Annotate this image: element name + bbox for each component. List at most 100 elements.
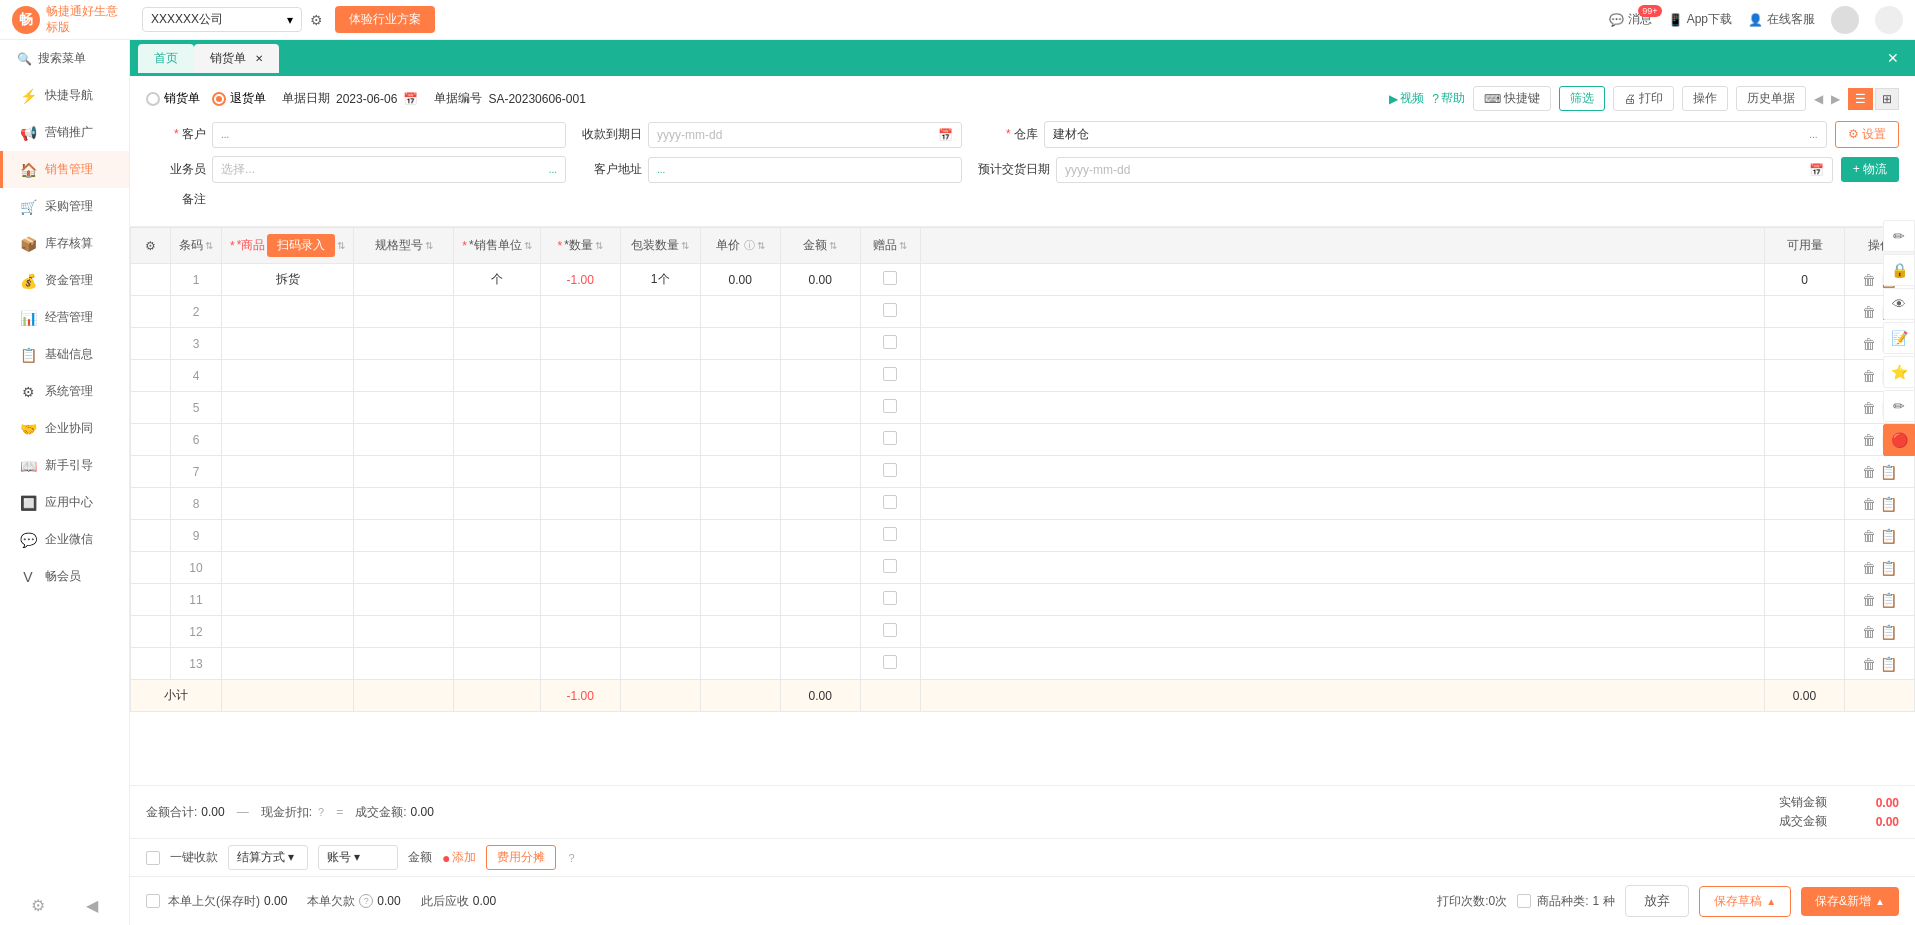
float-btn-5[interactable]: ⭐: [1883, 356, 1915, 388]
row-gift-cell[interactable]: [860, 552, 920, 584]
row-amount-cell[interactable]: [780, 552, 860, 584]
delete-icon[interactable]: 🗑: [1862, 496, 1876, 512]
row-qty-cell[interactable]: -1.00: [540, 264, 620, 296]
row-spec-cell[interactable]: [354, 360, 454, 392]
row-qty-cell[interactable]: [540, 456, 620, 488]
row-spec-cell[interactable]: [354, 616, 454, 648]
video-link[interactable]: ▶ 视频: [1389, 90, 1424, 107]
row-unit-cell[interactable]: [454, 360, 540, 392]
sidebar-search[interactable]: 🔍 搜索菜单: [0, 40, 129, 77]
row-amount-cell[interactable]: [780, 328, 860, 360]
sort-product-icon[interactable]: ⇅: [337, 240, 345, 251]
row-spec-cell[interactable]: [354, 392, 454, 424]
delete-icon[interactable]: 🗑: [1862, 656, 1876, 672]
company-selector[interactable]: XXXXXX公司 ▾: [142, 7, 302, 32]
row-unit-cell[interactable]: [454, 552, 540, 584]
row-unit-cell[interactable]: [454, 648, 540, 680]
copy-icon[interactable]: 📋: [1880, 464, 1897, 480]
history-button[interactable]: 历史单据: [1736, 86, 1806, 111]
salesperson-input[interactable]: 选择... ...: [212, 156, 566, 183]
row-unit-cell[interactable]: [454, 488, 540, 520]
row-product-cell[interactable]: [222, 392, 354, 424]
avatar[interactable]: [1831, 6, 1859, 34]
row-unit-cell[interactable]: [454, 520, 540, 552]
float-btn-4[interactable]: 📝: [1883, 322, 1915, 354]
row-amount-cell[interactable]: 0.00: [780, 264, 860, 296]
row-price-cell[interactable]: [700, 328, 780, 360]
sidebar-settings-icon[interactable]: ⚙: [31, 896, 45, 915]
row-gift-cell[interactable]: [860, 264, 920, 296]
sidebar-item-system[interactable]: ⚙ 系统管理: [0, 373, 129, 410]
row-amount-cell[interactable]: [780, 360, 860, 392]
sidebar-item-operations[interactable]: 📊 经营管理: [0, 299, 129, 336]
row-product-cell[interactable]: [222, 648, 354, 680]
message-button[interactable]: 💬 消息 99+: [1609, 11, 1652, 28]
row-pack-cell[interactable]: [620, 488, 700, 520]
next-icon[interactable]: ▶: [1831, 92, 1840, 106]
gift-checkbox[interactable]: [883, 495, 897, 509]
price-info-icon[interactable]: ⓘ: [744, 238, 755, 253]
sidebar-item-basics[interactable]: 📋 基础信息: [0, 336, 129, 373]
fee-info-icon[interactable]: ?: [568, 852, 574, 864]
sort-gift-icon[interactable]: ⇅: [899, 240, 907, 251]
row-gift-cell[interactable]: [860, 648, 920, 680]
row-qty-cell[interactable]: [540, 488, 620, 520]
row-gift-cell[interactable]: [860, 456, 920, 488]
calc-method-select[interactable]: 结算方式 ▾: [228, 845, 308, 870]
row-qty-cell[interactable]: [540, 424, 620, 456]
float-btn-1[interactable]: ✏: [1883, 220, 1915, 252]
row-unit-cell[interactable]: 个: [454, 264, 540, 296]
row-price-cell[interactable]: [700, 456, 780, 488]
row-unit-cell[interactable]: [454, 296, 540, 328]
row-spec-cell[interactable]: [354, 520, 454, 552]
row-unit-cell[interactable]: [454, 424, 540, 456]
filter-button[interactable]: 筛选: [1559, 86, 1605, 111]
delete-icon[interactable]: 🗑: [1862, 400, 1876, 416]
row-product-cell[interactable]: [222, 456, 354, 488]
save-new-button[interactable]: 保存&新增 ▲: [1801, 887, 1899, 916]
row-qty-cell[interactable]: [540, 552, 620, 584]
one-click-checkbox[interactable]: [146, 851, 160, 865]
row-gift-cell[interactable]: [860, 616, 920, 648]
customer-addr-input[interactable]: ...: [648, 157, 962, 183]
sidebar-collapse-icon[interactable]: ◀: [86, 896, 98, 915]
row-pack-cell[interactable]: [620, 424, 700, 456]
radio-return-order[interactable]: 退货单: [212, 90, 266, 107]
sidebar-item-apps[interactable]: 🔲 应用中心: [0, 484, 129, 521]
avatar2[interactable]: [1875, 6, 1903, 34]
sidebar-item-guide[interactable]: 📖 新手引导: [0, 447, 129, 484]
add-payment-button[interactable]: ● 添加: [442, 849, 476, 866]
table-settings-icon[interactable]: ⚙: [145, 239, 156, 253]
gift-checkbox[interactable]: [883, 655, 897, 669]
warehouse-ellipsis[interactable]: ...: [1809, 129, 1817, 140]
row-qty-cell[interactable]: [540, 296, 620, 328]
trial-button[interactable]: 体验行业方案: [335, 6, 435, 33]
delete-icon[interactable]: 🗑: [1862, 528, 1876, 544]
row-price-cell[interactable]: [700, 520, 780, 552]
float-btn-3[interactable]: 👁: [1883, 288, 1915, 320]
gift-checkbox[interactable]: [883, 399, 897, 413]
row-price-cell[interactable]: [700, 392, 780, 424]
delete-icon[interactable]: 🗑: [1862, 624, 1876, 640]
row-product-cell[interactable]: [222, 616, 354, 648]
gift-checkbox[interactable]: [883, 527, 897, 541]
radio-sales-order[interactable]: 销货单: [146, 90, 200, 107]
row-pack-cell[interactable]: [620, 296, 700, 328]
row-gift-cell[interactable]: [860, 520, 920, 552]
sort-unit-icon[interactable]: ⇅: [524, 240, 532, 251]
row-qty-cell[interactable]: [540, 392, 620, 424]
delete-icon[interactable]: 🗑: [1862, 272, 1876, 288]
delete-icon[interactable]: 🗑: [1862, 304, 1876, 320]
row-pack-cell[interactable]: [620, 552, 700, 584]
row-qty-cell[interactable]: [540, 360, 620, 392]
row-amount-cell[interactable]: [780, 616, 860, 648]
sort-spec-icon[interactable]: ⇅: [425, 240, 433, 251]
list-view-button[interactable]: ☰: [1848, 88, 1873, 110]
sidebar-item-inventory[interactable]: 📦 库存核算: [0, 225, 129, 262]
copy-icon[interactable]: 📋: [1880, 496, 1897, 512]
arrears-info-icon[interactable]: ?: [359, 894, 373, 908]
row-unit-cell[interactable]: [454, 328, 540, 360]
row-product-cell[interactable]: [222, 328, 354, 360]
row-spec-cell[interactable]: [354, 584, 454, 616]
row-unit-cell[interactable]: [454, 392, 540, 424]
